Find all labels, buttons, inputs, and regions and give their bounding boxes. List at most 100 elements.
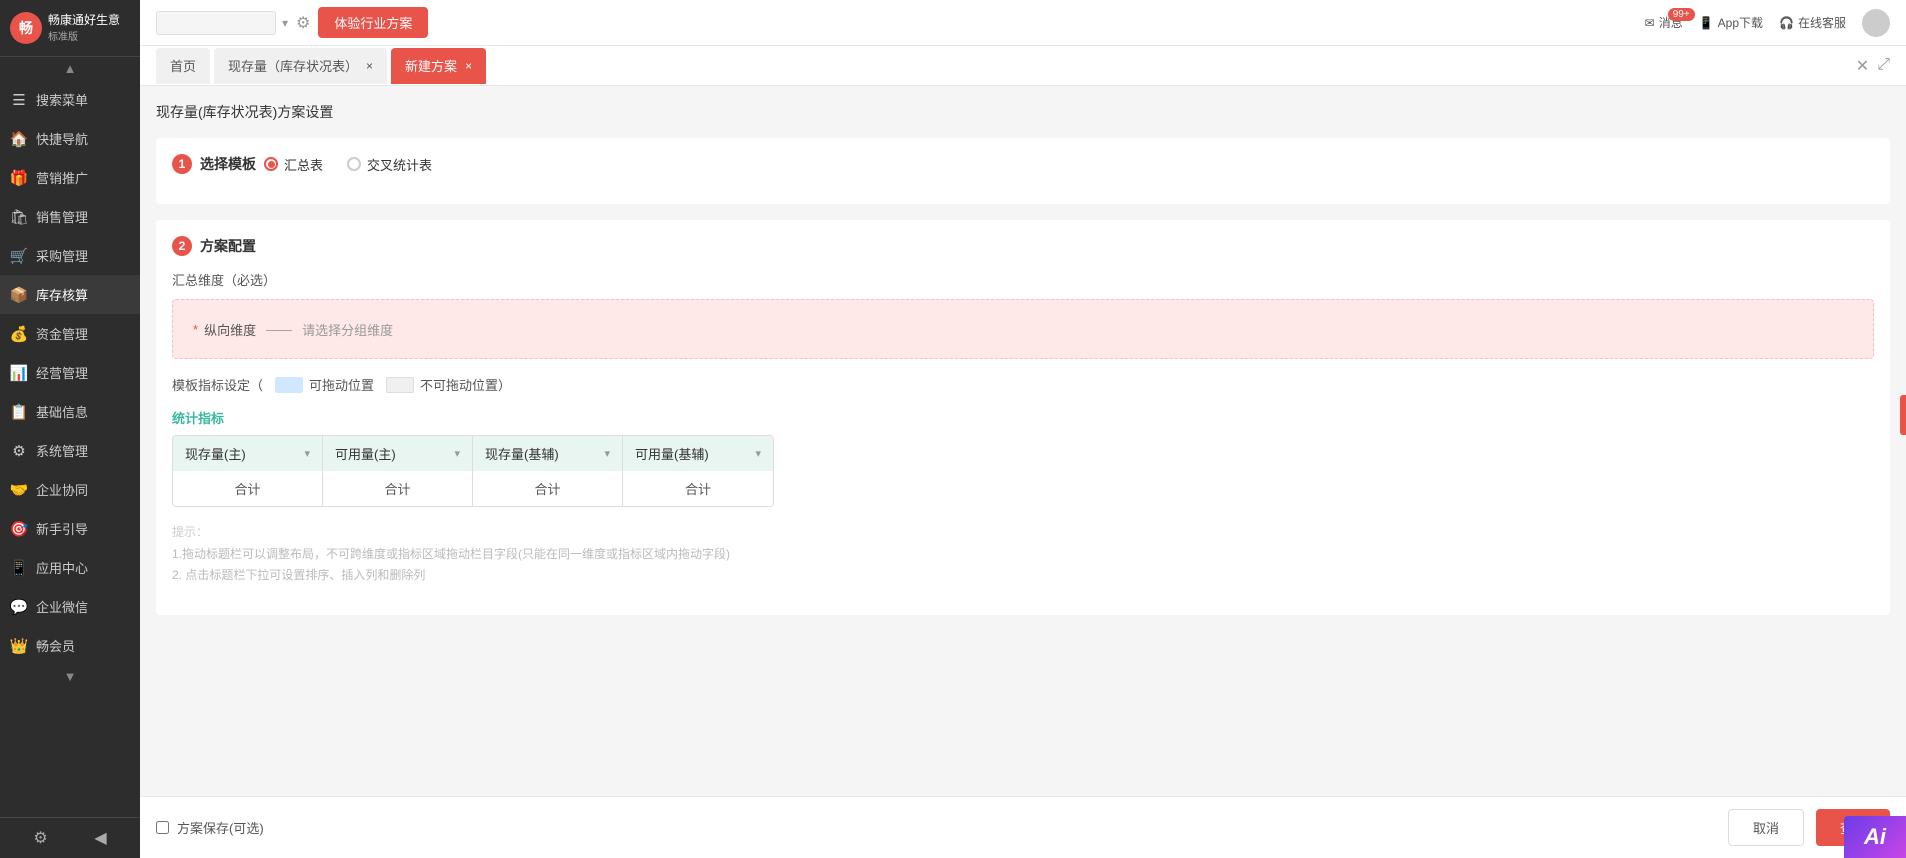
non-draggable-label: 不可拖动位置） xyxy=(420,375,511,394)
management-icon: 📊 xyxy=(10,364,28,382)
topbar-dropdown-icon[interactable]: ▾ xyxy=(282,16,288,30)
sidebar-scroll-down[interactable]: ▼ xyxy=(0,665,140,688)
main-area: ▾ ⚙ 体验行业方案 ✉ 消息 99+ 📱 App下载 🎧 在线客服 xyxy=(140,0,1906,858)
cancel-button[interactable]: 取消 xyxy=(1728,809,1804,846)
topbar-online-service[interactable]: 🎧 在线客服 xyxy=(1779,14,1846,31)
sidebar-item-finance[interactable]: 💰 资金管理 xyxy=(0,314,140,353)
stats-label: 统计指标 xyxy=(172,408,1874,427)
topbar-gear-icon[interactable]: ⚙ xyxy=(296,13,310,33)
topbar-left: ▾ ⚙ 体验行业方案 xyxy=(156,7,1633,38)
draggable-indicator: 可拖动位置 xyxy=(275,375,374,394)
tab-inventory-close-icon[interactable]: × xyxy=(366,59,373,73)
save-checkbox[interactable]: 方案保存(可选) xyxy=(156,818,264,837)
col-3-dropdown-icon[interactable]: ▾ xyxy=(604,447,610,460)
dimension-placeholder: 请选择分组维度 xyxy=(302,320,393,339)
sidebar-item-vip[interactable]: 👑 畅会员 xyxy=(0,626,140,665)
dimension-separator: —— xyxy=(266,322,292,337)
vip-icon: 👑 xyxy=(10,637,28,655)
col-1-dropdown-icon[interactable]: ▾ xyxy=(304,447,310,460)
tab-new-scheme[interactable]: 新建方案 × xyxy=(391,48,486,84)
stats-col-4-header[interactable]: 可用量(基辅) ▾ xyxy=(623,436,773,471)
content-area: 现存量(库存状况表)方案设置 1 选择模板 汇总表 交叉统计表 xyxy=(140,86,1906,796)
sidebar-item-management[interactable]: 📊 经营管理 xyxy=(0,353,140,392)
sidebar-logo: 畅 畅康通好生意 标准版 xyxy=(0,0,140,57)
step1-badge: 1 xyxy=(172,154,192,174)
sidebar-item-new-guide[interactable]: 🎯 新手引导 xyxy=(0,509,140,548)
radio-cross[interactable]: 交叉统计表 xyxy=(347,155,432,174)
stats-col-2-header[interactable]: 可用量(主) ▾ xyxy=(323,436,473,471)
sidebar-item-basic-info[interactable]: 📋 基础信息 xyxy=(0,392,140,431)
topbar-right: ✉ 消息 99+ 📱 App下载 🎧 在线客服 xyxy=(1645,9,1890,37)
tabbar-window-close-icon[interactable]: ✕ xyxy=(1856,56,1869,76)
sidebar-item-sales[interactable]: 🛍 销售管理 xyxy=(0,197,140,236)
sidebar-item-purchase[interactable]: 🛒 采购管理 xyxy=(0,236,140,275)
ai-badge[interactable]: Ai xyxy=(1844,816,1906,858)
radio-cross-circle xyxy=(347,157,361,171)
tip-1: 1.拖动标题栏可以调整布局，不可跨维度或指标区域拖动栏目字段(只能在同一维度或指… xyxy=(172,544,1874,566)
stats-col-2-header-label: 可用量(主) xyxy=(335,444,396,463)
stats-body-col-3: 合计 xyxy=(473,471,623,506)
topbar-user[interactable] xyxy=(1862,9,1890,37)
tip-2: 2. 点击标题栏下拉可设置排序、插入列和删除列 xyxy=(172,565,1874,587)
search-menu-icon: ☰ xyxy=(10,91,28,109)
system-icon: ⚙ xyxy=(10,442,28,460)
dimension-vertical-label: 纵向维度 xyxy=(204,320,256,339)
save-checkbox-label: 方案保存(可选) xyxy=(177,818,264,837)
sidebar-item-inventory[interactable]: 📦 库存核算 xyxy=(0,275,140,314)
settings-bottom-icon[interactable]: ⚙ xyxy=(33,828,47,848)
topbar-search-input[interactable] xyxy=(156,11,276,35)
non-draggable-box xyxy=(386,377,414,393)
step2-header: 2 方案配置 xyxy=(172,236,1874,256)
message-icon: ✉ xyxy=(1645,16,1655,30)
inventory-icon: 📦 xyxy=(10,286,28,304)
col-2-dropdown-icon[interactable]: ▾ xyxy=(454,447,460,460)
step1-label: 选择模板 xyxy=(200,154,256,174)
topbar-message[interactable]: ✉ 消息 99+ xyxy=(1645,14,1683,31)
indicator-settings-row: 模板指标设定（ 可拖动位置 不可拖动位置） xyxy=(172,375,1874,394)
stats-col-4-header-label: 可用量(基辅) xyxy=(635,444,709,463)
tab-home[interactable]: 首页 xyxy=(156,48,210,84)
tab-inventory[interactable]: 现存量（库存状况表） × xyxy=(214,48,387,84)
save-checkbox-input[interactable] xyxy=(156,821,169,834)
quick-nav-icon: 🏠 xyxy=(10,130,28,148)
topbar-app-download[interactable]: 📱 App下载 xyxy=(1699,14,1763,31)
tab-new-scheme-close-icon[interactable]: × xyxy=(465,59,472,73)
stats-table: 现存量(主) ▾ 可用量(主) ▾ 现存量(基辅) ▾ 可用量(基辅) ▾ xyxy=(172,435,774,507)
tabbar-expand-icon[interactable]: ⤢ xyxy=(1877,56,1890,76)
app-center-icon: 📱 xyxy=(10,559,28,577)
radio-summary[interactable]: 汇总表 xyxy=(264,155,323,174)
sidebar: 畅 畅康通好生意 标准版 ▲ ☰ 搜索菜单 🏠 快捷导航 🎁 营销推广 🛍 销售… xyxy=(0,0,140,858)
right-edge-bar xyxy=(1900,395,1906,435)
sidebar-scroll-up[interactable]: ▲ xyxy=(0,57,140,80)
sidebar-item-search[interactable]: ☰ 搜索菜单 xyxy=(0,80,140,119)
user-avatar xyxy=(1862,9,1890,37)
dimension-title: 汇总维度（必选） xyxy=(172,270,1874,289)
sidebar-item-marketing[interactable]: 🎁 营销推广 xyxy=(0,158,140,197)
help-bottom-icon[interactable]: ◀ xyxy=(94,828,106,848)
step2-badge: 2 xyxy=(172,236,192,256)
tips-area: 提示： 1.拖动标题栏可以调整布局，不可跨维度或指标区域拖动栏目字段(只能在同一… xyxy=(172,510,1874,599)
draggable-box xyxy=(275,377,303,393)
service-icon: 🎧 xyxy=(1779,16,1794,30)
sidebar-item-system[interactable]: ⚙ 系统管理 xyxy=(0,431,140,470)
step2-section: 2 方案配置 汇总维度（必选） * 纵向维度 —— 请选择分组维度 模板指标设定… xyxy=(156,220,1890,615)
try-industry-btn[interactable]: 体验行业方案 xyxy=(318,7,428,38)
logo-text: 畅康通好生意 标准版 xyxy=(48,13,120,44)
topbar-input-area: ▾ xyxy=(156,11,288,35)
dimension-drop-area[interactable]: * 纵向维度 —— 请选择分组维度 xyxy=(172,299,1874,359)
sidebar-item-app-center[interactable]: 📱 应用中心 xyxy=(0,548,140,587)
wechat-icon: 💬 xyxy=(10,598,28,616)
tab-new-scheme-label: 新建方案 xyxy=(405,56,457,75)
sidebar-item-cooperation[interactable]: 🤝 企业协同 xyxy=(0,470,140,509)
tab-inventory-label: 现存量（库存状况表） xyxy=(228,56,358,75)
sidebar-item-wechat[interactable]: 💬 企业微信 xyxy=(0,587,140,626)
app-download-icon: 📱 xyxy=(1699,16,1714,30)
stats-body-col-2: 合计 xyxy=(323,471,473,506)
col-4-dropdown-icon[interactable]: ▾ xyxy=(755,447,761,460)
step1-header: 1 选择模板 汇总表 交叉统计表 xyxy=(172,154,1874,174)
finance-icon: 💰 xyxy=(10,325,28,343)
stats-col-1-header[interactable]: 现存量(主) ▾ xyxy=(173,436,323,471)
indicator-settings-label: 模板指标设定（ xyxy=(172,375,263,394)
stats-col-3-header[interactable]: 现存量(基辅) ▾ xyxy=(473,436,623,471)
sidebar-item-quick-nav[interactable]: 🏠 快捷导航 xyxy=(0,119,140,158)
